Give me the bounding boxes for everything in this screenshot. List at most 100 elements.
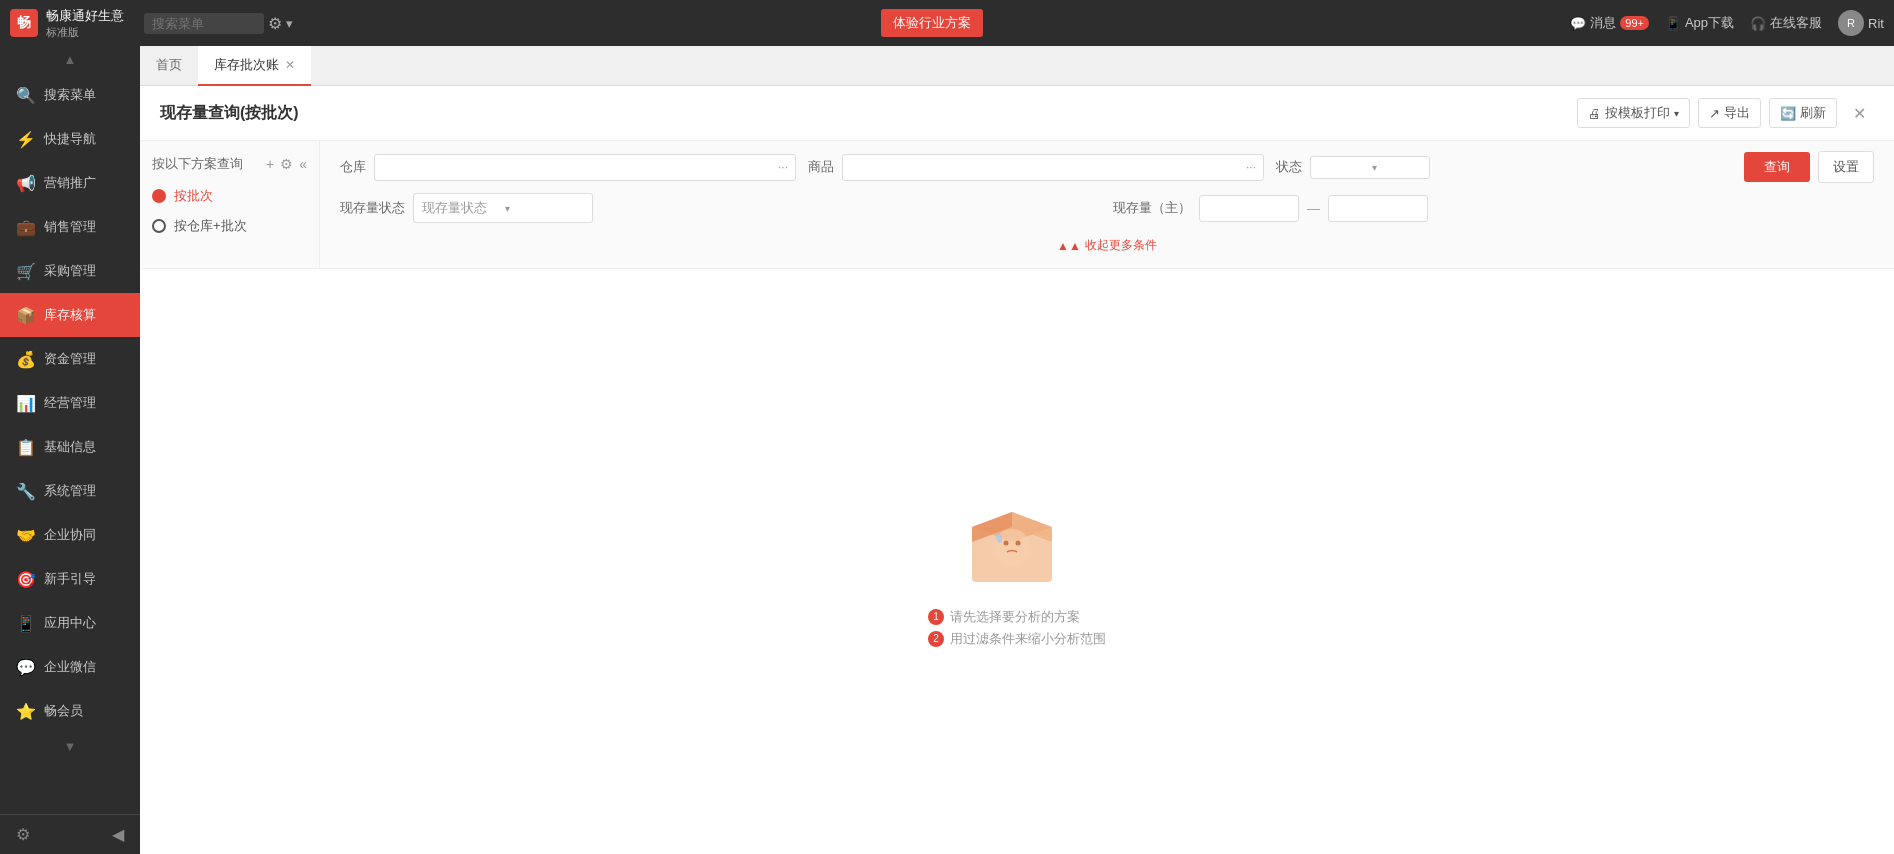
money-icon: 💰 xyxy=(16,349,36,369)
collapse-row[interactable]: ▲▲ 收起更多条件 xyxy=(340,233,1874,258)
collapse-sidebar-icon[interactable]: ◀ xyxy=(112,825,124,844)
sidebar-bottom: ⚙ ◀ xyxy=(0,814,140,854)
query-btn[interactable]: 查询 xyxy=(1744,152,1810,182)
sidebar-item-operation[interactable]: 📊 经营管理 xyxy=(0,381,140,425)
status-select[interactable]: ▾ xyxy=(1310,156,1430,179)
product-input[interactable] xyxy=(842,154,1264,181)
search-input[interactable] xyxy=(144,13,264,34)
inventory-status-dropdown-icon: ▾ xyxy=(505,203,584,214)
box-icon: 📦 xyxy=(16,305,36,325)
inventory-status-value: 现存量状态 xyxy=(422,199,501,217)
sidebar-item-search[interactable]: 🔍 搜索菜单 xyxy=(0,73,140,117)
filter-group-status: 状态 ▾ xyxy=(1276,156,1732,179)
tab-close-inventory-batch[interactable]: ✕ xyxy=(285,58,295,72)
chat-icon: 💬 xyxy=(16,657,36,677)
status-dropdown-icon: ▾ xyxy=(1372,162,1421,173)
warehouse-label: 仓库 xyxy=(340,158,366,176)
scheme-dot xyxy=(152,219,166,233)
handshake-icon: 🤝 xyxy=(16,525,36,545)
filter-group-product: 商品 ··· xyxy=(808,154,1264,181)
sales-icon: 💼 xyxy=(16,217,36,237)
marketing-icon: 📢 xyxy=(16,173,36,193)
messages-btn[interactable]: 💬 消息 99+ xyxy=(1570,14,1649,32)
collapse-up-icon: ▲▲ xyxy=(1057,239,1081,253)
tab-home[interactable]: 首页 xyxy=(140,46,198,86)
svg-point-6 xyxy=(1016,540,1021,545)
refresh-btn[interactable]: 🔄 刷新 xyxy=(1769,98,1837,128)
warehouse-input[interactable] xyxy=(374,154,796,181)
scheme-add-icon[interactable]: + xyxy=(266,156,274,172)
sidebar-item-finance[interactable]: 💰 资金管理 xyxy=(0,337,140,381)
print-dropdown-icon[interactable]: ▾ xyxy=(1674,108,1679,119)
export-btn[interactable]: ↗ 导出 xyxy=(1698,98,1761,128)
sidebar-item-marketing[interactable]: 📢 营销推广 xyxy=(0,161,140,205)
inventory-main-input-to[interactable] xyxy=(1328,195,1428,222)
hint1-num: 1 xyxy=(928,609,944,625)
collapse-label: 收起更多条件 xyxy=(1085,237,1157,254)
empty-hint-2: 2 用过滤条件来缩小分析范围 xyxy=(928,630,1106,648)
sidebar: ▲ 🔍 搜索菜单 ⚡ 快捷导航 📢 营销推广 💼 销售管理 🛒 采购管理 📦 库… xyxy=(0,46,140,854)
app-logo: 畅 xyxy=(10,9,38,37)
messages-badge: 99+ xyxy=(1620,16,1649,30)
app-title: 畅康通好生意 xyxy=(46,7,124,25)
inventory-main-input-from[interactable] xyxy=(1199,195,1299,222)
scheme-item-by-warehouse-batch[interactable]: 按仓库+批次 xyxy=(140,211,319,241)
sidebar-item-newguide[interactable]: 🎯 新手引导 xyxy=(0,557,140,601)
settings-icon[interactable]: ⚙ xyxy=(268,14,282,33)
online-service-btn[interactable]: 🎧 在线客服 xyxy=(1750,14,1822,32)
user-avatar-btn[interactable]: R Rit xyxy=(1838,10,1884,36)
filter-group-inventory-status: 现存量状态 现存量状态 ▾ xyxy=(340,193,1101,223)
inventory-status-select[interactable]: 现存量状态 ▾ xyxy=(413,193,593,223)
page-content: 现存量查询(按批次) 🖨 按模板打印 ▾ ↗ 导出 🔄 刷新 xyxy=(140,86,1894,854)
sidebar-scroll-up[interactable]: ▲ xyxy=(0,46,140,73)
content-area: 首页 库存批次账 ✕ 现存量查询(按批次) 🖨 按模板打印 ▾ ↗ xyxy=(140,46,1894,854)
sidebar-item-system[interactable]: 🔧 系统管理 xyxy=(0,469,140,513)
sidebar-item-appcenter[interactable]: 📱 应用中心 xyxy=(0,601,140,645)
settings-bottom-icon[interactable]: ⚙ xyxy=(16,825,30,844)
scheme-settings-icon[interactable]: ⚙ xyxy=(280,156,293,172)
app-download-btn[interactable]: 📱 App下载 xyxy=(1665,14,1734,32)
filter-group-warehouse: 仓库 ··· xyxy=(340,154,796,181)
export-icon: ↗ xyxy=(1709,106,1720,121)
filter-area: 按以下方案查询 + ⚙ « 按批次 按仓库+批次 xyxy=(140,141,1894,269)
scheme-item-by-batch[interactable]: 按批次 xyxy=(140,181,319,211)
page-close-btn[interactable]: ✕ xyxy=(1845,100,1874,127)
phone-icon: 📱 xyxy=(1665,16,1681,31)
chart-icon: 📊 xyxy=(16,393,36,413)
inventory-status-label: 现存量状态 xyxy=(340,199,405,217)
tab-inventory-batch[interactable]: 库存批次账 ✕ xyxy=(198,46,311,86)
sidebar-item-wechat[interactable]: 💬 企业微信 xyxy=(0,645,140,689)
sidebar-item-enterprise[interactable]: 🤝 企业协同 xyxy=(0,513,140,557)
sidebar-item-member[interactable]: ⭐ 畅会员 xyxy=(0,689,140,733)
sidebar-item-sales[interactable]: 💼 销售管理 xyxy=(0,205,140,249)
warehouse-input-wrap: ··· xyxy=(374,154,796,181)
sidebar-scroll-down[interactable]: ▼ xyxy=(0,733,140,760)
hint1-text: 请先选择要分析的方案 xyxy=(950,608,1080,626)
message-icon: 💬 xyxy=(1570,16,1586,31)
filter-row-1: 仓库 ··· 商品 ··· xyxy=(340,151,1874,183)
print-btn[interactable]: 🖨 按模板打印 ▾ xyxy=(1577,98,1690,128)
sidebar-item-quicknav[interactable]: ⚡ 快捷导航 xyxy=(0,117,140,161)
product-more-icon[interactable]: ··· xyxy=(1246,160,1256,174)
experience-btn[interactable]: 体验行业方案 xyxy=(881,9,983,37)
filter-group-inventory-main: 现存量（主） — xyxy=(1113,195,1874,222)
filter-panel: 仓库 ··· 商品 ··· xyxy=(320,141,1894,268)
filter-actions: 查询 设置 xyxy=(1744,151,1874,183)
inventory-main-label: 现存量（主） xyxy=(1113,199,1191,217)
warehouse-more-icon[interactable]: ··· xyxy=(778,160,788,174)
empty-hints: 1 请先选择要分析的方案 2 用过滤条件来缩小分析范围 xyxy=(928,608,1106,652)
app-subtitle: 标准版 xyxy=(46,25,124,40)
empty-svg xyxy=(947,472,1087,592)
product-input-wrap: ··· xyxy=(842,154,1264,181)
empty-illustration xyxy=(947,472,1087,592)
dropdown-icon[interactable]: ▾ xyxy=(286,16,293,31)
clipboard-icon: 📋 xyxy=(16,437,36,457)
settings-btn[interactable]: 设置 xyxy=(1818,151,1874,183)
sidebar-item-inventory[interactable]: 📦 库存核算 xyxy=(0,293,140,337)
sidebar-item-basic[interactable]: 📋 基础信息 xyxy=(0,425,140,469)
scheme-collapse-icon[interactable]: « xyxy=(299,156,307,172)
sidebar-item-purchase[interactable]: 🛒 采购管理 xyxy=(0,249,140,293)
scheme-header: 按以下方案查询 + ⚙ « xyxy=(140,151,319,181)
filter-dash: — xyxy=(1307,201,1320,216)
empty-state: 1 请先选择要分析的方案 2 用过滤条件来缩小分析范围 xyxy=(140,269,1894,854)
